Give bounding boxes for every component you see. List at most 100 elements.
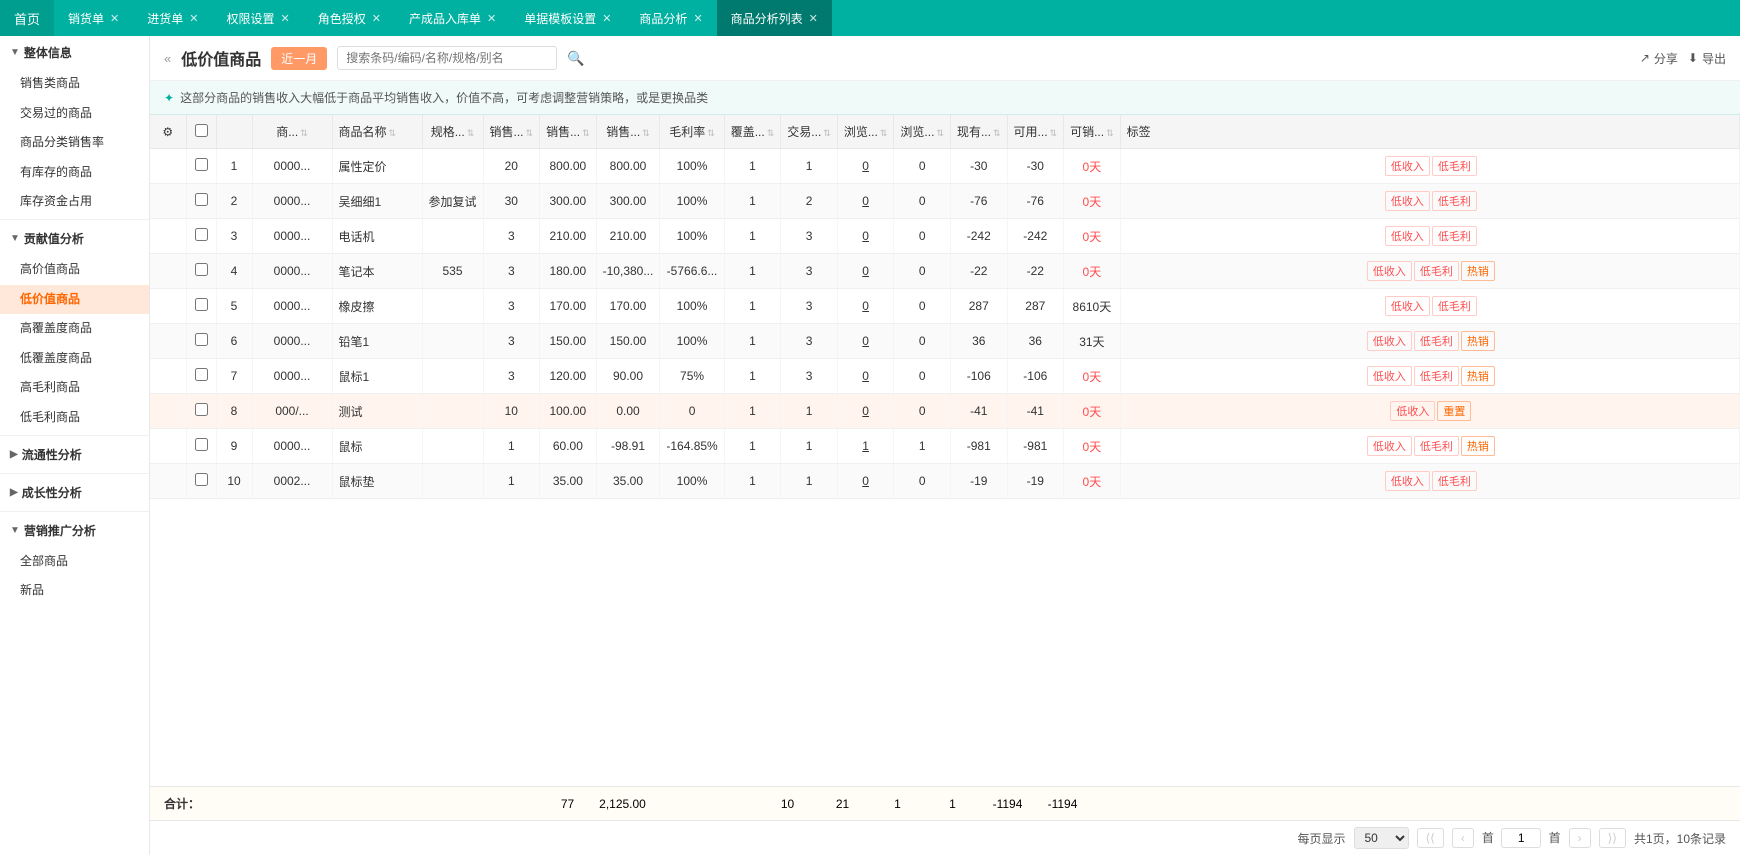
nav-production[interactable]: 产成品入库单✕ <box>395 0 510 36</box>
browse1-link[interactable]: 0 <box>862 194 869 208</box>
search-input[interactable] <box>337 46 557 70</box>
cell-browse1[interactable]: 0 <box>837 359 894 394</box>
nav-close-permissions[interactable]: ✕ <box>281 12 290 25</box>
row-checkbox[interactable] <box>195 403 208 416</box>
col-browse1-header[interactable]: 浏览...⇅ <box>837 115 894 149</box>
col-name-header[interactable]: 商品名称⇅ <box>332 115 422 149</box>
page-input[interactable] <box>1501 828 1541 848</box>
cell-checkbox[interactable] <box>186 324 216 359</box>
col-sales-qty-header[interactable]: 销售...⇅ <box>483 115 540 149</box>
col-sellable-header[interactable]: 可销...⇅ <box>1064 115 1121 149</box>
col-gross-margin-header[interactable]: 毛利率⇅ <box>660 115 724 149</box>
col-sales-income-header[interactable]: 销售...⇅ <box>540 115 597 149</box>
cell-checkbox[interactable] <box>186 429 216 464</box>
browse1-link[interactable]: 0 <box>862 474 869 488</box>
col-trade-header[interactable]: 交易...⇅ <box>781 115 838 149</box>
nav-close-role-auth[interactable]: ✕ <box>372 12 381 25</box>
cell-checkbox[interactable] <box>186 149 216 184</box>
sidebar-item-low-margin[interactable]: 低毛利商品 <box>0 403 149 433</box>
browse1-link[interactable]: 0 <box>862 334 869 348</box>
sidebar-section-marketing[interactable]: ▼ 营销推广分析 <box>0 514 149 547</box>
browse1-link[interactable]: 0 <box>862 369 869 383</box>
sidebar-item-sales-products[interactable]: 销售类商品 <box>0 69 149 99</box>
row-checkbox[interactable] <box>195 158 208 171</box>
sidebar-item-low-coverage[interactable]: 低覆盖度商品 <box>0 344 149 374</box>
row-checkbox[interactable] <box>195 228 208 241</box>
row-checkbox[interactable] <box>195 473 208 486</box>
nav-close-template[interactable]: ✕ <box>602 12 611 25</box>
browse1-link[interactable]: 1 <box>862 439 869 453</box>
sidebar-item-high-coverage[interactable]: 高覆盖度商品 <box>0 314 149 344</box>
col-cover-header[interactable]: 覆盖...⇅ <box>724 115 781 149</box>
next-page-btn[interactable]: › <box>1569 828 1591 848</box>
first-page-btn[interactable]: ⟨⟨ <box>1417 828 1444 848</box>
cell-browse1[interactable]: 0 <box>837 394 894 429</box>
nav-home[interactable]: 首页 <box>0 0 54 36</box>
cell-browse1[interactable]: 0 <box>837 184 894 219</box>
sidebar-item-traded-products[interactable]: 交易过的商品 <box>0 99 149 129</box>
row-checkbox[interactable] <box>195 298 208 311</box>
cell-browse1[interactable]: 0 <box>837 149 894 184</box>
browse1-link[interactable]: 0 <box>862 264 869 278</box>
browse1-link[interactable]: 0 <box>862 404 869 418</box>
col-spec-header[interactable]: 规格...⇅ <box>422 115 483 149</box>
sidebar-item-high-value[interactable]: 高价值商品 <box>0 255 149 285</box>
browse1-link[interactable]: 0 <box>862 159 869 173</box>
browse1-link[interactable]: 0 <box>862 299 869 313</box>
nav-close-product-analysis-list[interactable]: ✕ <box>809 12 818 25</box>
sidebar-section-contribution[interactable]: ▼ 贡献值分析 <box>0 222 149 255</box>
sidebar-section-liquidity[interactable]: ▶ 流通性分析 <box>0 438 149 471</box>
export-btn[interactable]: ⬇ 导出 <box>1688 50 1726 67</box>
sidebar-item-high-margin[interactable]: 高毛利商品 <box>0 373 149 403</box>
sidebar-item-new-products[interactable]: 新品 <box>0 576 149 606</box>
table-container[interactable]: ⚙ 商...⇅ 商品名称⇅ 规格...⇅ 销售...⇅ 销售...⇅ 销售...… <box>150 115 1740 786</box>
row-checkbox[interactable] <box>195 438 208 451</box>
nav-close-production[interactable]: ✕ <box>487 12 496 25</box>
nav-sales-order[interactable]: 销货单✕ <box>54 0 133 36</box>
sidebar-item-stock-capital[interactable]: 库存资金占用 <box>0 187 149 217</box>
col-checkbox-header[interactable] <box>186 115 216 149</box>
nav-product-analysis-list[interactable]: 商品分析列表✕ <box>717 0 832 36</box>
prev-page-btn[interactable]: ‹ <box>1452 828 1474 848</box>
browse1-link[interactable]: 0 <box>862 229 869 243</box>
col-settings-header[interactable]: ⚙ <box>150 115 186 149</box>
nav-close-sales-order[interactable]: ✕ <box>110 12 119 25</box>
nav-close-product-analysis[interactable]: ✕ <box>693 12 702 25</box>
cell-browse1[interactable]: 0 <box>837 324 894 359</box>
cell-checkbox[interactable] <box>186 359 216 394</box>
cell-browse1[interactable]: 1 <box>837 429 894 464</box>
sidebar-item-all-products[interactable]: 全部商品 <box>0 547 149 577</box>
nav-product-analysis[interactable]: 商品分析✕ <box>625 0 716 36</box>
filter-recent-month-btn[interactable]: 近一月 <box>271 47 327 70</box>
row-checkbox[interactable] <box>195 263 208 276</box>
cell-checkbox[interactable] <box>186 184 216 219</box>
page-size-select[interactable]: 50 100 200 <box>1354 827 1409 849</box>
nav-purchase-order[interactable]: 进货单✕ <box>133 0 212 36</box>
sidebar-collapse-btn[interactable]: « <box>164 51 171 66</box>
sidebar-item-category-sales-rate[interactable]: 商品分类销售率 <box>0 128 149 158</box>
cell-browse1[interactable]: 0 <box>837 464 894 499</box>
nav-close-purchase-order[interactable]: ✕ <box>189 12 198 25</box>
nav-role-auth[interactable]: 角色授权✕ <box>304 0 395 36</box>
cell-checkbox[interactable] <box>186 219 216 254</box>
col-browse2-header[interactable]: 浏览...⇅ <box>894 115 951 149</box>
cell-checkbox[interactable] <box>186 289 216 324</box>
col-code-header[interactable]: 商...⇅ <box>252 115 332 149</box>
select-all-checkbox[interactable] <box>195 124 208 137</box>
sidebar-item-low-value[interactable]: 低价值商品 <box>0 285 149 315</box>
sidebar-section-overall[interactable]: ▼ 整体信息 <box>0 36 149 69</box>
cell-checkbox[interactable] <box>186 464 216 499</box>
row-checkbox[interactable] <box>195 368 208 381</box>
col-available-header[interactable]: 可用...⇅ <box>1007 115 1064 149</box>
sidebar-item-stocked-products[interactable]: 有库存的商品 <box>0 158 149 188</box>
cell-browse1[interactable]: 0 <box>837 254 894 289</box>
last-page-btn[interactable]: ⟩⟩ <box>1599 828 1626 848</box>
col-current-stock-header[interactable]: 现有...⇅ <box>950 115 1007 149</box>
cell-browse1[interactable]: 0 <box>837 289 894 324</box>
col-sales-cost-header[interactable]: 销售...⇅ <box>596 115 660 149</box>
cell-checkbox[interactable] <box>186 254 216 289</box>
sidebar-section-growth[interactable]: ▶ 成长性分析 <box>0 476 149 509</box>
share-btn[interactable]: ↗ 分享 <box>1640 50 1678 67</box>
row-checkbox[interactable] <box>195 333 208 346</box>
nav-template[interactable]: 单据模板设置✕ <box>510 0 625 36</box>
